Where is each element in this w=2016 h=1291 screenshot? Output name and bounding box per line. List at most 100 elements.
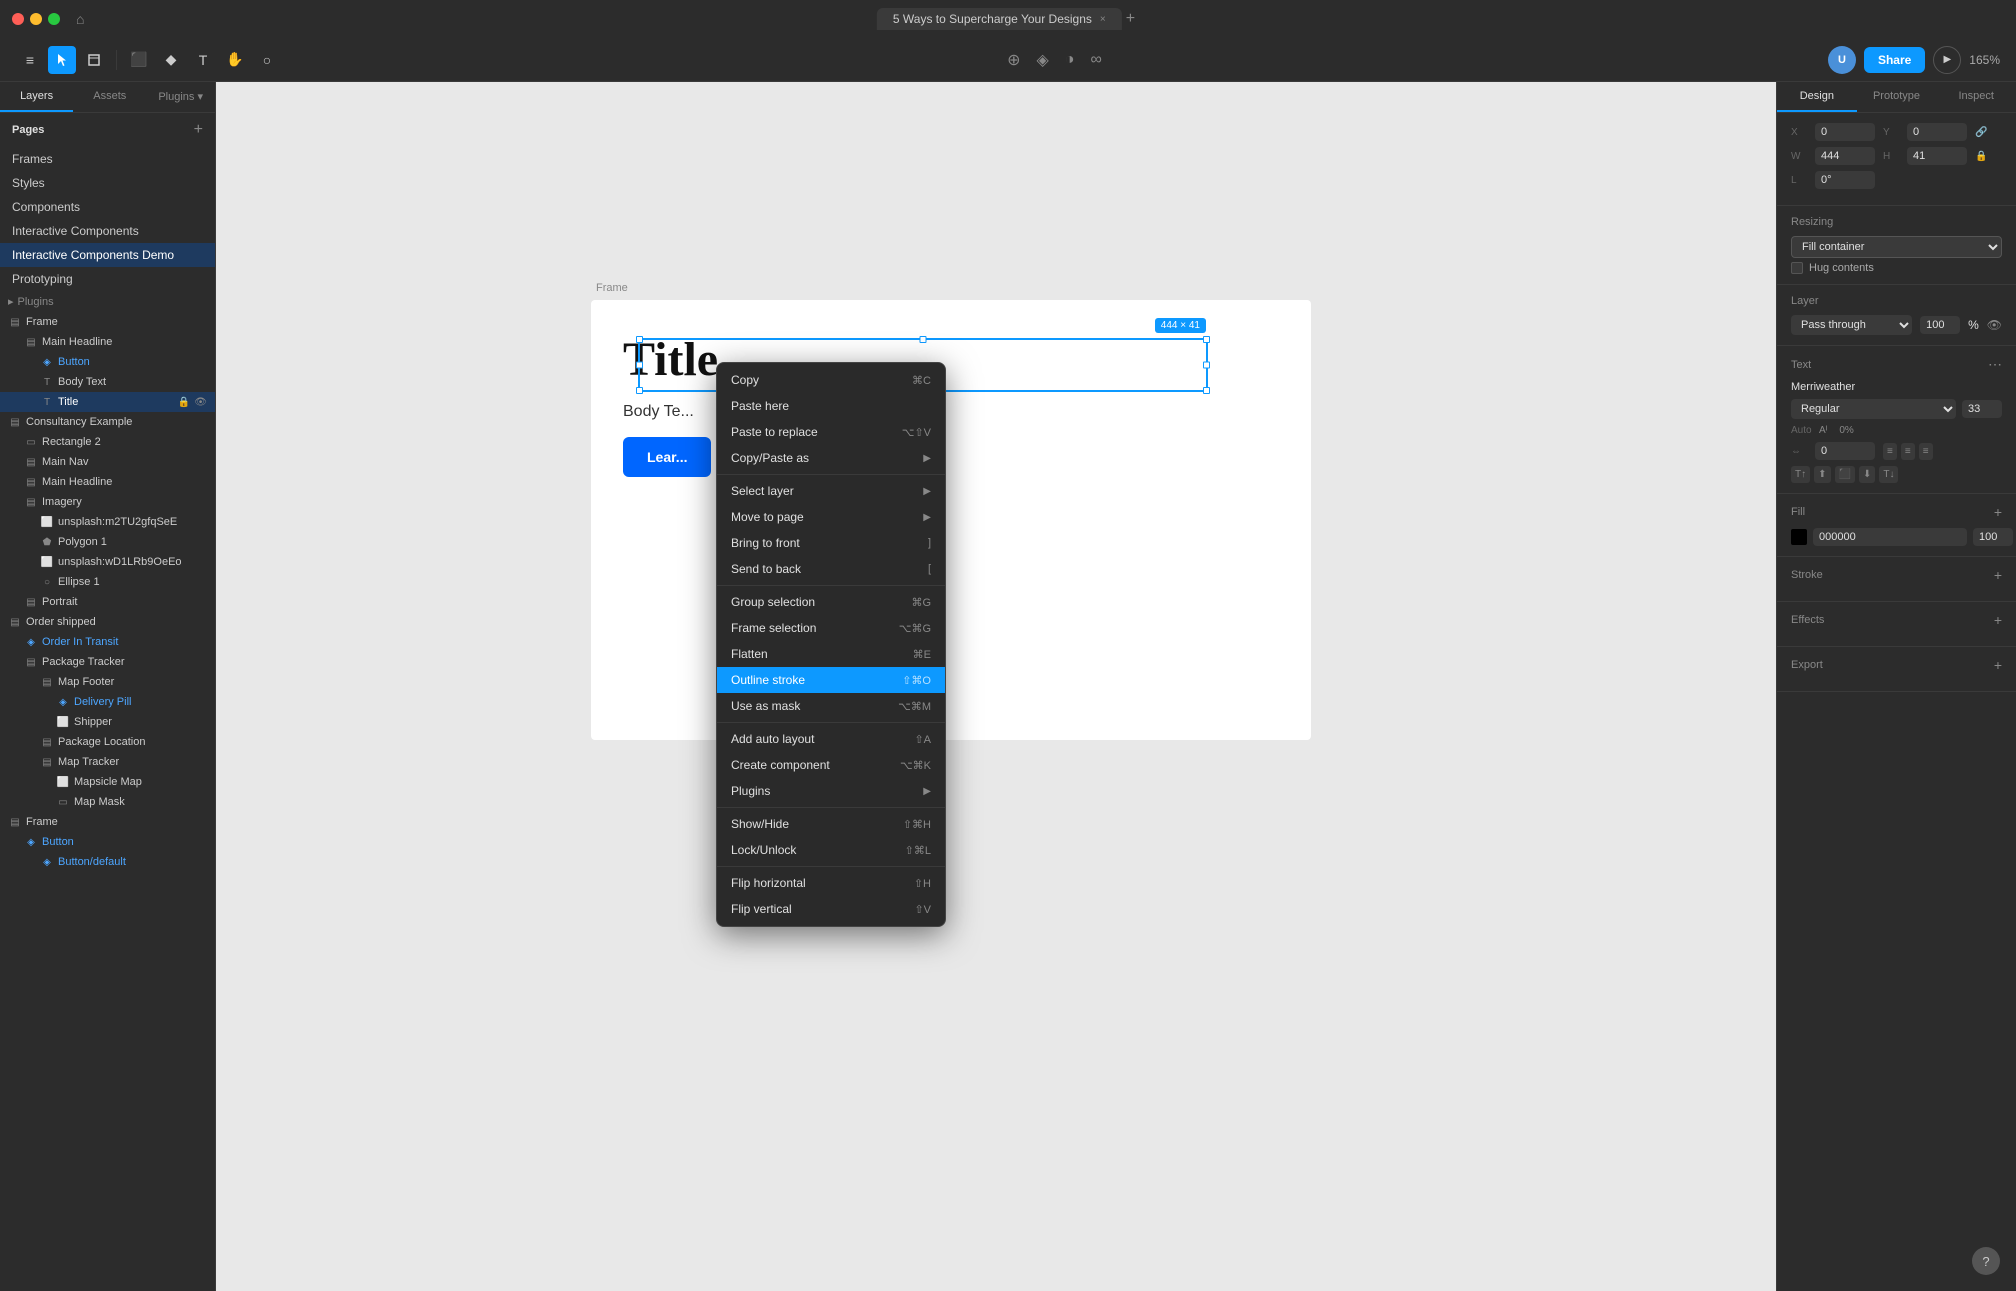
prototype-tab[interactable]: Prototype [1857,82,1937,112]
context-menu-frame-selection[interactable]: Frame selection ⌥⌘G [717,615,945,641]
move-tool-button[interactable] [48,46,76,74]
link-dimensions-button[interactable]: 🔗 [1975,127,1987,138]
align-top-button[interactable]: ⬆ [1814,466,1830,483]
close-button[interactable] [12,13,24,25]
text-tool-button[interactable]: T [189,46,217,74]
fill-hex-input[interactable] [1813,528,1967,546]
layer-main-headline-2[interactable]: ▤ Main Headline [0,472,215,492]
align-bottom-button[interactable]: ⬇ [1859,466,1875,483]
link-icon[interactable]: ∞ [1090,51,1101,69]
layer-body-text[interactable]: T Body Text [0,372,215,392]
layer-button-default[interactable]: ◈ Button/default [0,852,215,872]
font-size-input[interactable] [1962,400,2002,418]
layer-delivery-pill[interactable]: ◈ Delivery Pill [0,692,215,712]
context-menu-select-layer[interactable]: Select layer ▶ [717,478,945,504]
add-page-button[interactable]: + [194,121,203,139]
w-input[interactable] [1815,147,1875,165]
page-interactive-components[interactable]: Interactive Components [0,219,215,243]
align-center-button[interactable]: ≡ [1901,443,1915,460]
page-frames[interactable]: Frames [0,147,215,171]
context-menu-outline-stroke[interactable]: Outline stroke ⇧⌘O [717,667,945,693]
hand-tool-button[interactable]: ✋ [221,46,249,74]
context-menu-flatten[interactable]: Flatten ⌘E [717,641,945,667]
design-tab[interactable]: Design [1777,82,1857,112]
context-menu-group-selection[interactable]: Group selection ⌘G [717,589,945,615]
layer-unsplash-1[interactable]: ⬜ unsplash:m2TU2gfqSeE [0,512,215,532]
context-menu-paste-replace[interactable]: Paste to replace ⌥⇧V [717,419,945,445]
effects-add-button[interactable]: + [1994,612,2002,628]
h-input[interactable] [1907,147,1967,165]
fill-opacity-input[interactable] [1973,528,2013,546]
layer-frame-2[interactable]: ▤ Frame [0,812,215,832]
page-prototyping[interactable]: Prototyping [0,267,215,291]
grid-icon[interactable]: ⊕ [1007,50,1020,70]
inspect-tab[interactable]: Inspect [1936,82,2016,112]
layer-button-1[interactable]: ◈ Button [0,352,215,372]
constrain-proportions-button[interactable]: 🔒 [1975,151,1987,162]
hamburger-menu-button[interactable]: ≡ [16,46,44,74]
plugins-tab[interactable]: Plugins ▾ [146,82,215,112]
layer-consultancy-example[interactable]: ▤ Consultancy Example [0,412,215,432]
context-menu-copy-paste-as[interactable]: Copy/Paste as ▶ [717,445,945,471]
layer-map-tracker[interactable]: ▤ Map Tracker [0,752,215,772]
context-menu-add-auto-layout[interactable]: Add auto layout ⇧A [717,726,945,752]
layer-order-shipped[interactable]: ▤ Order shipped [0,612,215,632]
context-menu-flip-horizontal[interactable]: Flip horizontal ⇧H [717,870,945,896]
layer-title[interactable]: T Title 🔒 👁 [0,392,215,412]
comment-tool-button[interactable]: ○ [253,46,281,74]
layer-polygon-1[interactable]: ⬟ Polygon 1 [0,532,215,552]
letter-spacing-input[interactable] [1815,442,1875,460]
font-style-select[interactable]: Regular Bold Italic [1791,399,1956,419]
context-menu-paste-here[interactable]: Paste here [717,393,945,419]
export-add-button[interactable]: + [1994,657,2002,673]
layer-frame-1[interactable]: ▤ Frame [0,312,215,332]
play-button[interactable]: ▶ [1933,46,1961,74]
shape-tool-button[interactable]: ⬛ [125,46,153,74]
subscript-button[interactable]: T↓ [1879,466,1898,483]
context-menu-plugins[interactable]: Plugins ▶ [717,778,945,804]
layer-map-mask[interactable]: ▭ Map Mask [0,792,215,812]
context-menu-use-as-mask[interactable]: Use as mask ⌥⌘M [717,693,945,719]
context-menu-send-to-back[interactable]: Send to back [ [717,556,945,582]
layer-ellipse-1[interactable]: ○ Ellipse 1 [0,572,215,592]
assets-tab[interactable]: Assets [73,82,146,112]
canvas-frame[interactable]: Title Body Te... Lear... [591,300,1311,740]
x-input[interactable] [1815,123,1875,141]
rotation-input[interactable] [1815,171,1875,189]
layers-tab[interactable]: Layers [0,82,73,112]
layer-rectangle-2[interactable]: ▭ Rectangle 2 [0,432,215,452]
frame-learn-button[interactable]: Lear... [623,437,711,477]
stroke-add-button[interactable]: + [1994,567,2002,583]
canvas[interactable]: Frame Title Body Te... Lear... 444 × 41 [216,82,1776,1291]
align-middle-button[interactable]: ⬛ [1835,466,1855,483]
context-menu-bring-to-front[interactable]: Bring to front ] [717,530,945,556]
context-menu-lock-unlock[interactable]: Lock/Unlock ⇧⌘L [717,837,945,863]
context-menu-copy[interactable]: Copy ⌘C [717,367,945,393]
context-menu-show-hide[interactable]: Show/Hide ⇧⌘H [717,811,945,837]
context-menu-create-component[interactable]: Create component ⌥⌘K [717,752,945,778]
minimize-button[interactable] [30,13,42,25]
layer-main-headline[interactable]: ▤ Main Headline [0,332,215,352]
home-icon[interactable]: ⌂ [76,11,84,27]
maximize-button[interactable] [48,13,60,25]
tab-add-button[interactable]: + [1122,10,1139,28]
component-icon[interactable]: ◈ [1036,50,1048,70]
layer-lock-button[interactable]: 🔒 [178,397,190,408]
layer-unsplash-2[interactable]: ⬜ unsplash:wD1LRb9OeEo [0,552,215,572]
layer-button-2[interactable]: ◈ Button [0,832,215,852]
layer-shipper[interactable]: ⬜ Shipper [0,712,215,732]
align-right-button[interactable]: ≡ [1919,443,1933,460]
layer-portrait[interactable]: ▤ Portrait [0,592,215,612]
page-interactive-components-demo[interactable]: Interactive Components Demo [0,243,215,267]
layer-mapsicle-map[interactable]: ⬜ Mapsicle Map [0,772,215,792]
text-options-button[interactable]: ⋯ [1988,356,2002,373]
layer-eye-button[interactable]: 👁 [194,397,207,408]
layer-package-location[interactable]: ▤ Package Location [0,732,215,752]
y-input[interactable] [1907,123,1967,141]
superscript-button[interactable]: T↑ [1791,466,1810,483]
context-menu-move-to-page[interactable]: Move to page ▶ [717,504,945,530]
blend-mode-select[interactable]: Pass through Normal Multiply [1791,315,1912,335]
frame-tool-button[interactable] [80,46,108,74]
layer-order-in-transit[interactable]: ◈ Order In Transit [0,632,215,652]
fill-add-button[interactable]: + [1994,504,2002,520]
